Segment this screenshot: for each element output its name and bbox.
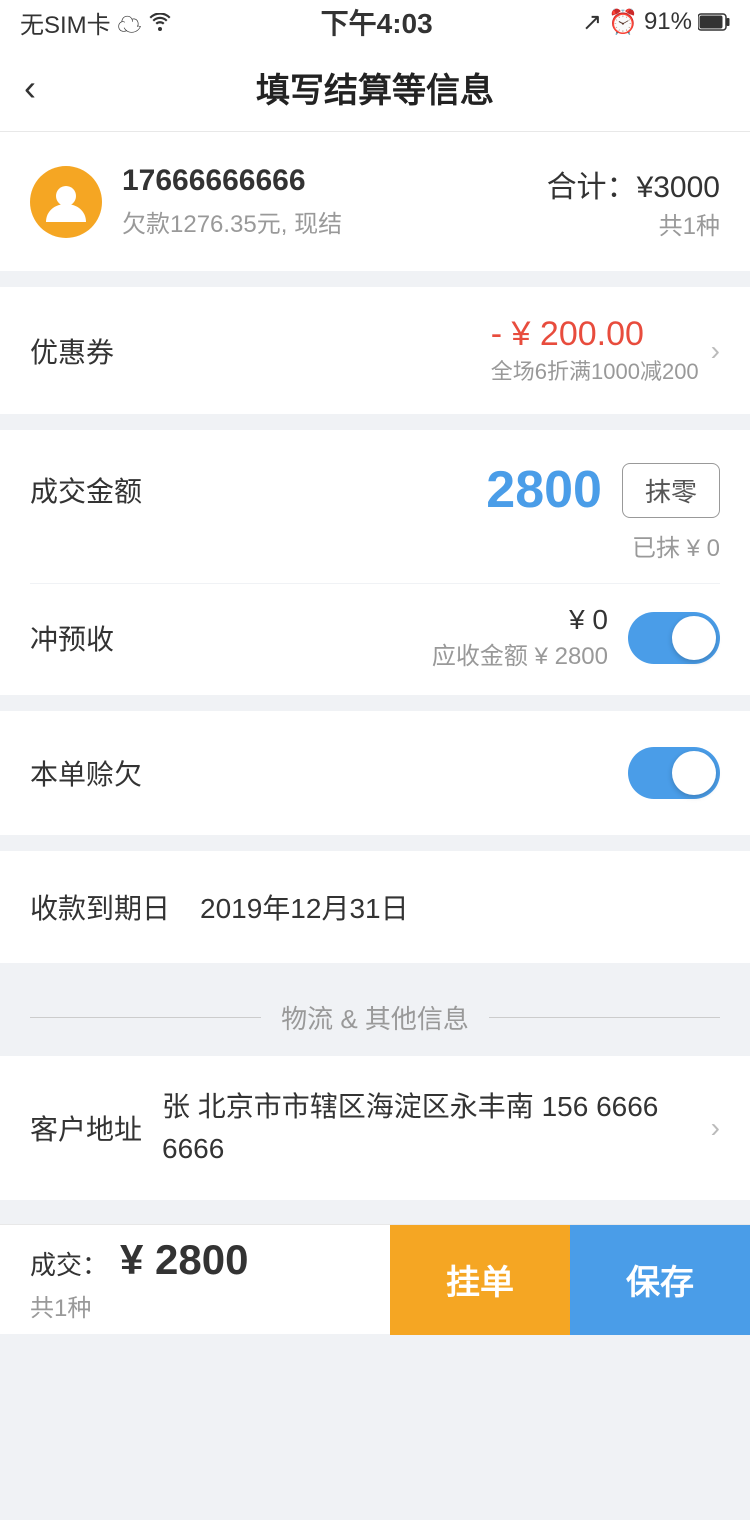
- customer-phone: 17666666666: [122, 164, 342, 198]
- sim-label: 无SIM卡 ☁: [20, 5, 141, 40]
- coupon-row[interactable]: 优惠券 - ¥ 200.00 全场6折满1000减200 ›: [0, 287, 750, 414]
- status-left: 无SIM卡 ☁: [20, 5, 171, 40]
- summary-count: 共1种: [30, 1288, 360, 1323]
- prepay-toggle[interactable]: [628, 612, 720, 664]
- save-button[interactable]: 保存: [570, 1225, 750, 1335]
- bottom-bar: 成交： ¥ 2800 共1种 挂单 保存: [0, 1224, 750, 1334]
- deal-amount-section: 成交金额 2800 抹零 已抹 ¥ 0 冲预收 ¥ 0 应收金额 ¥ 2800: [0, 430, 750, 695]
- customer-left: 17666666666 欠款1276.35元, 现结: [30, 164, 342, 239]
- round-button[interactable]: 抹零: [622, 463, 720, 518]
- section-divider: 物流 & 其他信息: [0, 979, 750, 1056]
- prepay-right: ¥ 0 应收金额 ¥ 2800: [432, 604, 720, 671]
- summary-amount: ¥ 2800: [120, 1236, 248, 1284]
- coupon-discount: - ¥ 200.00: [491, 315, 699, 354]
- address-row[interactable]: 客户地址 张 北京市市辖区海淀区永丰南 156 6666 6666 ›: [0, 1056, 750, 1200]
- address-value: 张 北京市市辖区海淀区永丰南 156 6666 6666: [162, 1086, 691, 1170]
- total-count: 共1种: [547, 206, 720, 241]
- section-divider-text: 物流 & 其他信息: [281, 999, 469, 1036]
- divider-line-left: [30, 1017, 261, 1018]
- wifi-icon: [149, 13, 171, 31]
- debt-toggle[interactable]: [628, 747, 720, 799]
- status-bar: 无SIM卡 ☁ 下午4:03 ↗ ⏰ 91%: [0, 0, 750, 44]
- avatar-icon: [42, 178, 90, 226]
- prepay-label: 冲预收: [30, 618, 114, 658]
- divider-line-right: [489, 1017, 720, 1018]
- coupon-right: - ¥ 200.00 全场6折满1000减200 ›: [491, 315, 720, 386]
- debt-label: 本单赊欠: [30, 753, 142, 793]
- summary-top: 成交： ¥ 2800: [30, 1236, 360, 1284]
- status-time: 下午4:03: [321, 2, 433, 42]
- alarm-icon: ⏰: [608, 8, 638, 37]
- duedate-value: 2019年12月31日: [200, 887, 409, 927]
- coupon-label: 优惠券: [30, 331, 114, 371]
- summary-label: 成交：: [30, 1245, 108, 1282]
- debt-section: 本单赊欠: [0, 711, 750, 835]
- prepay-sub: 应收金额 ¥ 2800: [432, 636, 608, 671]
- battery-icon: [698, 13, 730, 31]
- coupon-desc: 全场6折满1000减200: [491, 354, 699, 386]
- page-title: 填写结算等信息: [256, 63, 494, 112]
- duedate-label: 收款到期日: [30, 887, 170, 927]
- customer-row: 17666666666 欠款1276.35元, 现结 合计：¥3000 共1种: [30, 162, 720, 241]
- hold-button[interactable]: 挂单: [390, 1225, 570, 1335]
- nav-bar: ‹ 填写结算等信息: [0, 44, 750, 132]
- amount-sub: 已抹 ¥ 0: [0, 528, 750, 583]
- customer-card: 17666666666 欠款1276.35元, 现结 合计：¥3000 共1种: [0, 132, 750, 271]
- customer-debt: 欠款1276.35元, 现结: [122, 204, 342, 239]
- prepay-amount: ¥ 0: [432, 604, 608, 636]
- toggle-knob: [672, 616, 716, 660]
- amount-value: 2800: [486, 460, 602, 520]
- total-amount: 合计：¥3000: [547, 162, 720, 206]
- address-arrow-icon: ›: [711, 1112, 720, 1144]
- prepay-row: 冲预收 ¥ 0 应收金额 ¥ 2800: [0, 584, 750, 695]
- amount-right: 2800 抹零: [486, 460, 720, 520]
- customer-total: 合计：¥3000 共1种: [547, 162, 720, 241]
- customer-info: 17666666666 欠款1276.35元, 现结: [122, 164, 342, 239]
- status-right: ↗ ⏰ 91%: [582, 8, 730, 37]
- address-label: 客户地址: [30, 1108, 142, 1148]
- amount-row: 成交金额 2800 抹零: [0, 430, 750, 528]
- location-icon: ↗: [582, 8, 602, 37]
- amount-label: 成交金额: [30, 470, 142, 510]
- avatar: [30, 166, 102, 238]
- duedate-row: 收款到期日 2019年12月31日: [0, 851, 750, 963]
- battery-percent: 91%: [644, 8, 692, 36]
- coupon-arrow-icon: ›: [711, 335, 720, 367]
- bottom-summary: 成交： ¥ 2800 共1种: [0, 1236, 390, 1323]
- back-button[interactable]: ‹: [24, 67, 36, 109]
- debt-toggle-knob: [672, 751, 716, 795]
